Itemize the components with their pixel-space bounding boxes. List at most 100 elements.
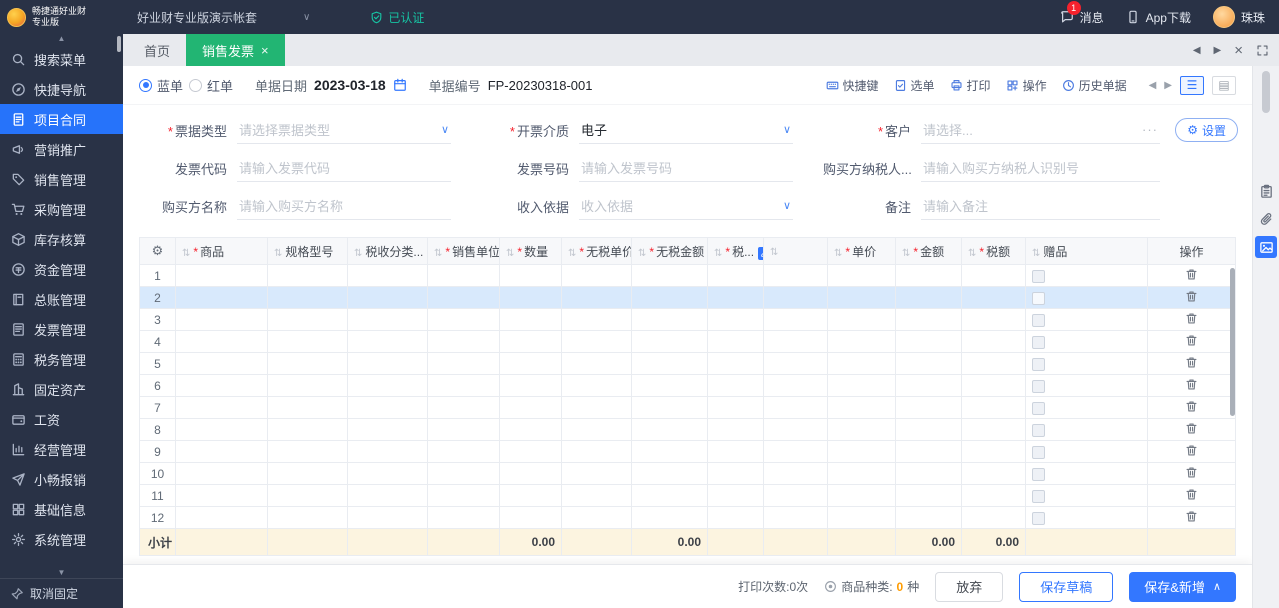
grid-cell[interactable] (267, 286, 348, 309)
grid-cell[interactable] (961, 484, 1026, 507)
gift-checkbox[interactable] (1032, 357, 1045, 371)
trash-icon[interactable] (1185, 356, 1198, 369)
grid-cell[interactable] (961, 418, 1026, 441)
grid-cell[interactable] (499, 506, 562, 529)
grid-cell[interactable] (267, 374, 348, 397)
sidebar-item-11[interactable]: 固定资产 (0, 374, 123, 404)
calendar-icon[interactable] (393, 78, 407, 92)
grid-cell[interactable] (827, 484, 896, 507)
grid-cell[interactable] (499, 330, 562, 353)
sidebar-item-16[interactable]: 系统管理 (0, 524, 123, 554)
table-row-5[interactable]: 5 (139, 352, 1236, 375)
sort-icon[interactable]: ⇅ (902, 248, 910, 259)
trash-icon[interactable] (1185, 488, 1198, 501)
grid-cell[interactable] (427, 374, 500, 397)
grid-cell[interactable] (499, 462, 562, 485)
grid-cell[interactable] (895, 418, 962, 441)
sidebar-scroll-down-icon[interactable]: ▼ (0, 568, 123, 578)
grid-cell[interactable] (427, 352, 500, 375)
gift-checkbox[interactable] (1032, 467, 1045, 481)
tab-prev-button[interactable]: ◀ (1193, 45, 1201, 56)
sort-icon[interactable]: ⇅ (568, 248, 576, 259)
table-row-10[interactable]: 10 (139, 462, 1236, 485)
grid-cell[interactable] (267, 484, 348, 507)
field-input[interactable]: 请输入购买方纳税人识别号 (921, 155, 1160, 182)
gift-checkbox[interactable] (1032, 313, 1045, 327)
grid-cell[interactable] (631, 330, 708, 353)
gift-checkbox[interactable] (1032, 269, 1045, 283)
grid-cell[interactable] (631, 264, 708, 287)
grid-cell[interactable] (267, 418, 348, 441)
sidebar-item-15[interactable]: 基础信息 (0, 494, 123, 524)
unpin-sidebar-button[interactable]: 取消固定 (0, 578, 123, 608)
table-row-12[interactable]: 12 (139, 506, 1236, 529)
table-row-9[interactable]: 9 (139, 440, 1236, 463)
grid-cell[interactable] (707, 352, 764, 375)
grid-cell[interactable] (707, 374, 764, 397)
gift-checkbox[interactable] (1032, 291, 1045, 305)
table-row-4[interactable]: 4 (139, 330, 1236, 353)
grid-cell[interactable] (961, 308, 1026, 331)
grid-cell[interactable] (175, 330, 268, 353)
action-ops-button[interactable]: 操作 (1006, 77, 1047, 94)
sort-icon[interactable]: ⇅ (1032, 248, 1040, 259)
grid-cell[interactable] (631, 308, 708, 331)
save-and-new-button[interactable]: 保存&新增 ∧ (1129, 571, 1236, 602)
grid-cell[interactable] (707, 484, 764, 507)
sidebar-item-7[interactable]: 资金管理 (0, 254, 123, 284)
grid-cell[interactable] (895, 264, 962, 287)
page-prev-icon[interactable]: ◀ (1149, 80, 1157, 91)
doc-no-value[interactable]: FP-20230318-001 (488, 78, 593, 93)
grid-cell[interactable] (763, 418, 828, 441)
sidebar-item-0[interactable]: 搜索菜单 (0, 44, 123, 74)
grid-cell[interactable] (267, 308, 348, 331)
grid-cell[interactable] (763, 352, 828, 375)
grid-cell[interactable] (827, 264, 896, 287)
grid-cell[interactable] (499, 286, 562, 309)
action-keyboard-button[interactable]: 快捷键 (826, 77, 879, 94)
grid-cell[interactable] (347, 484, 428, 507)
grid-cell[interactable] (707, 286, 764, 309)
grid-cell[interactable] (175, 418, 268, 441)
fullscreen-icon[interactable] (1256, 44, 1269, 57)
sort-icon[interactable]: ⇅ (968, 248, 976, 259)
trash-icon[interactable] (1185, 444, 1198, 457)
sort-icon[interactable]: ⇅ (770, 247, 778, 258)
sort-icon[interactable]: ⇅ (354, 248, 362, 259)
grid-cell[interactable] (561, 396, 632, 419)
grid-cell[interactable] (267, 330, 348, 353)
grid-cell[interactable] (631, 418, 708, 441)
chevron-down-icon[interactable]: ∨ (783, 123, 791, 136)
grid-cell[interactable] (175, 506, 268, 529)
field-input[interactable]: 收入依据 ∨ (579, 193, 794, 220)
grid-cell[interactable] (961, 440, 1026, 463)
sidebar-item-2[interactable]: 项目合同 (0, 104, 123, 134)
grid-cell[interactable] (631, 440, 708, 463)
chevron-down-icon[interactable]: ∨ (441, 123, 449, 136)
grid-cell[interactable] (175, 440, 268, 463)
grid-cell[interactable] (427, 506, 500, 529)
grid-cell[interactable] (763, 374, 828, 397)
grid-cell[interactable] (895, 286, 962, 309)
grid-cell[interactable] (707, 330, 764, 353)
trash-icon[interactable] (1185, 334, 1198, 347)
tab-close-icon[interactable]: × (261, 44, 269, 57)
sidebar-scrollbar[interactable] (117, 36, 121, 52)
grid-cell[interactable] (175, 484, 268, 507)
grid-cell[interactable] (631, 506, 708, 529)
grid-cell[interactable] (895, 330, 962, 353)
account-set-selector[interactable]: 好业财专业版演示帐套 ∨ (137, 9, 310, 26)
save-draft-button[interactable]: 保存草稿 (1019, 571, 1114, 602)
grid-cell[interactable] (895, 308, 962, 331)
grid-cell[interactable] (175, 264, 268, 287)
grid-cell[interactable] (561, 440, 632, 463)
grid-header-1[interactable]: ⇅ 规格型号 (267, 237, 348, 265)
grid-header-6[interactable]: ⇅ * 无税金额 (631, 237, 708, 265)
sidebar-item-6[interactable]: 库存核算 (0, 224, 123, 254)
field-input[interactable]: 请输入发票号码 (579, 155, 794, 182)
sidebar-item-5[interactable]: 采购管理 (0, 194, 123, 224)
grid-cell[interactable] (763, 308, 828, 331)
grid-cell[interactable] (427, 396, 500, 419)
grid-cell[interactable] (707, 418, 764, 441)
sidebar-scroll-up-icon[interactable]: ▲ (0, 34, 123, 44)
